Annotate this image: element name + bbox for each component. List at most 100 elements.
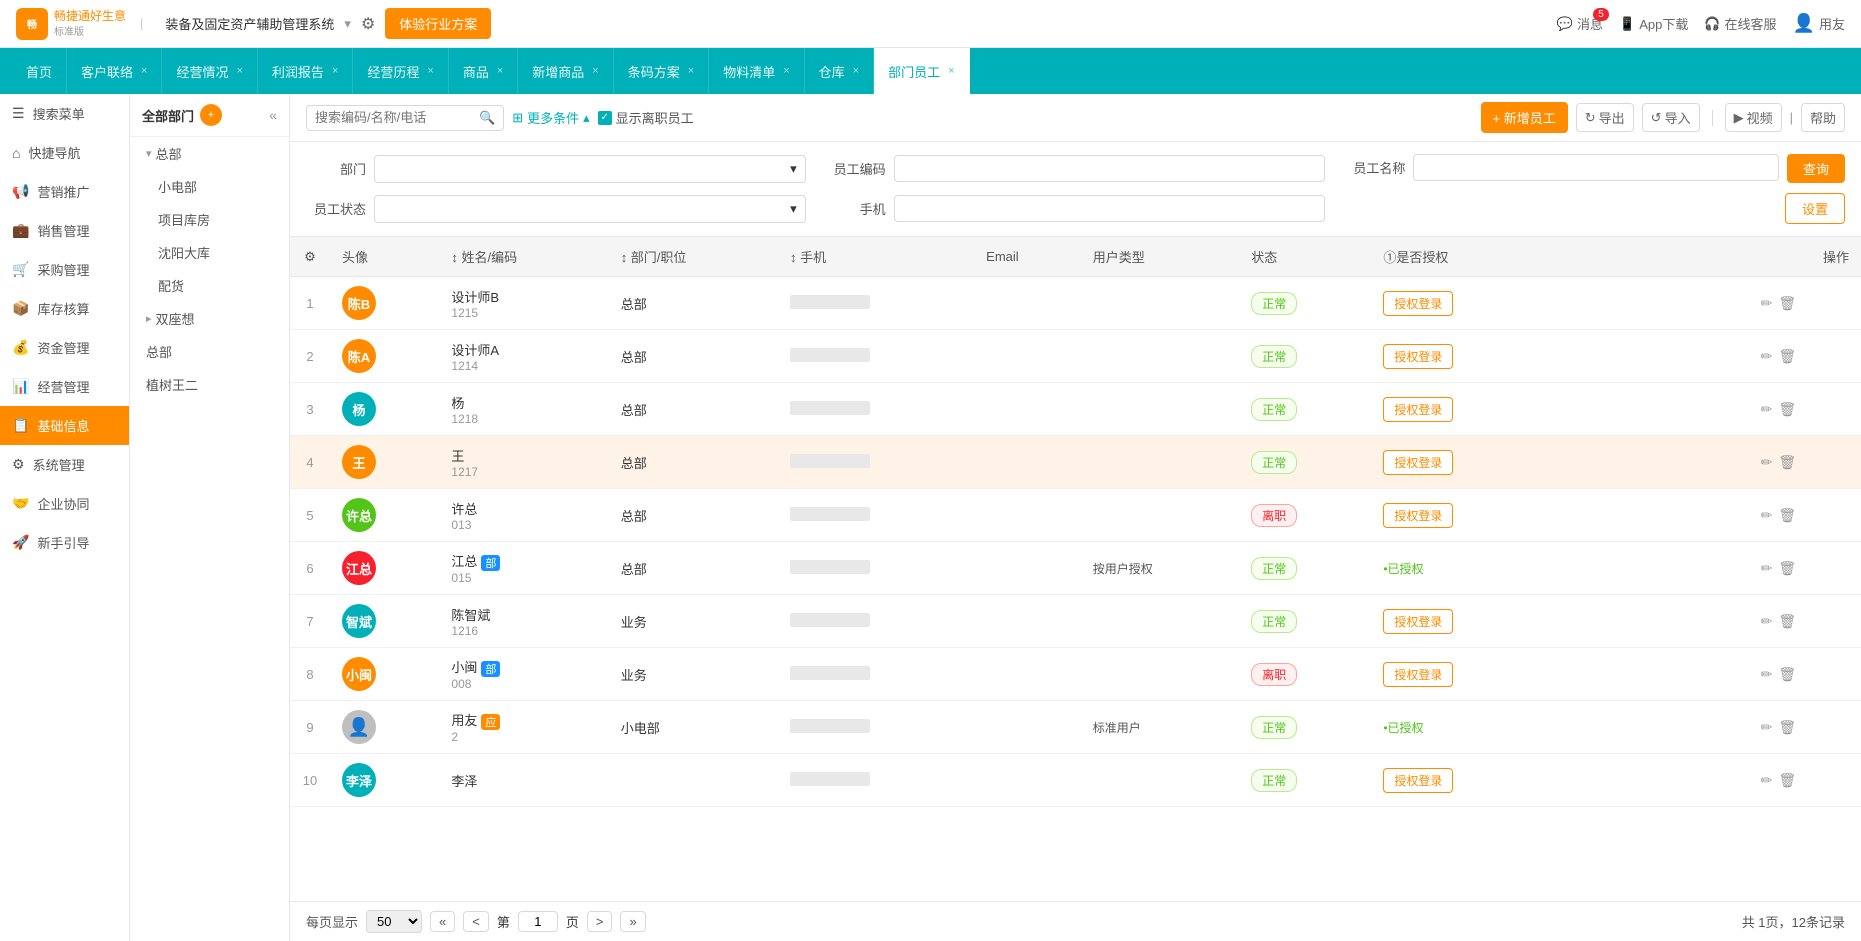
delete-button[interactable]: 🗑 <box>1778 560 1796 577</box>
cell-auth[interactable]: 授权登录 <box>1371 277 1548 330</box>
import-button[interactable]: ↺ 导入 <box>1642 103 1700 132</box>
nav-tab-部门员工[interactable]: 部门员工× <box>874 48 969 94</box>
close-tab-icon[interactable]: × <box>948 65 954 77</box>
filter-dept-select[interactable]: ▾ <box>374 155 806 183</box>
close-tab-icon[interactable]: × <box>783 65 789 77</box>
search-box[interactable]: 🔍 <box>306 105 504 131</box>
set-button[interactable]: 设置 <box>1785 193 1845 224</box>
auth-login-button[interactable]: 授权登录 <box>1383 397 1453 422</box>
nav-tab-经营历程[interactable]: 经营历程× <box>353 48 448 94</box>
edit-button[interactable]: ✏ <box>1761 401 1773 418</box>
edit-button[interactable]: ✏ <box>1761 719 1773 736</box>
trial-button[interactable]: 体验行业方案 <box>385 8 491 39</box>
close-tab-icon[interactable]: × <box>236 65 242 77</box>
sidebar-item-basic[interactable]: 📋基础信息 <box>0 406 129 445</box>
nav-tab-商品[interactable]: 商品× <box>449 48 518 94</box>
edit-button[interactable]: ✏ <box>1761 772 1773 789</box>
query-button[interactable]: 查询 <box>1787 154 1845 183</box>
delete-button[interactable]: 🗑 <box>1778 454 1796 471</box>
add-dept-button[interactable]: + <box>200 104 222 126</box>
filter-phone-input[interactable] <box>894 195 1326 222</box>
show-resign-toggle[interactable]: ✓ 显示离职员工 <box>598 108 694 127</box>
sidebar-item-quick-nav[interactable]: ⌂快捷导航 <box>0 133 129 172</box>
auth-login-button[interactable]: 授权登录 <box>1383 768 1453 793</box>
edit-button[interactable]: ✏ <box>1761 295 1773 312</box>
close-tab-icon[interactable]: × <box>592 65 598 77</box>
filter-empcode-input[interactable] <box>894 155 1326 182</box>
edit-button[interactable]: ✏ <box>1761 348 1773 365</box>
filter-empname-input[interactable] <box>1413 154 1779 181</box>
last-page-button[interactable]: » <box>620 911 645 932</box>
user-item[interactable]: 👤 用友 <box>1793 13 1845 34</box>
nav-tab-首页[interactable]: 首页 <box>12 48 67 94</box>
app-download-item[interactable]: 📱 App下载 <box>1619 14 1688 33</box>
edit-button[interactable]: ✏ <box>1761 507 1773 524</box>
tree-node-6[interactable]: 总部 <box>130 335 289 368</box>
edit-button[interactable]: ✏ <box>1761 613 1773 630</box>
tree-node-3[interactable]: 沈阳大库 <box>130 236 289 269</box>
sidebar-item-collab[interactable]: 🤝企业协同 <box>0 484 129 523</box>
col-name[interactable]: ↕ 姓名/编码 <box>439 237 608 277</box>
nav-tab-经营情况[interactable]: 经营情况× <box>162 48 257 94</box>
cell-auth[interactable]: 授权登录 <box>1371 383 1548 436</box>
sidebar-item-sales[interactable]: 💼销售管理 <box>0 211 129 250</box>
help-button[interactable]: 帮助 <box>1801 103 1845 132</box>
tree-node-0[interactable]: ▾总部 <box>130 137 289 170</box>
help-icon[interactable]: | <box>1790 110 1793 125</box>
close-tab-icon[interactable]: × <box>332 65 338 77</box>
close-tab-icon[interactable]: × <box>141 65 147 77</box>
sidebar-item-system[interactable]: ⚙系统管理 <box>0 445 129 484</box>
add-employee-button[interactable]: + 新增员工 <box>1481 102 1568 133</box>
first-page-button[interactable]: « <box>430 911 455 932</box>
cell-auth[interactable]: •已授权 <box>1371 542 1548 595</box>
col-phone[interactable]: ↕ 手机 <box>778 237 974 277</box>
show-resign-checkbox[interactable]: ✓ <box>598 111 612 125</box>
delete-button[interactable]: 🗑 <box>1778 613 1796 630</box>
sidebar-item-inventory[interactable]: 📦库存核算 <box>0 289 129 328</box>
sidebar-item-search-menu[interactable]: ☰搜索菜单 <box>0 94 129 133</box>
sidebar-item-operation[interactable]: 📊经营管理 <box>0 367 129 406</box>
cell-auth[interactable]: 授权登录 <box>1371 436 1548 489</box>
delete-button[interactable]: 🗑 <box>1778 295 1796 312</box>
auth-login-button[interactable]: 授权登录 <box>1383 609 1453 634</box>
close-tab-icon[interactable]: × <box>497 65 503 77</box>
nav-tab-条码方案[interactable]: 条码方案× <box>614 48 709 94</box>
view-button[interactable]: ▶ 视频 <box>1725 103 1782 132</box>
tree-node-5[interactable]: ▸双座想 <box>130 302 289 335</box>
auth-login-button[interactable]: 授权登录 <box>1383 450 1453 475</box>
search-input[interactable] <box>315 110 475 125</box>
edit-button[interactable]: ✏ <box>1761 454 1773 471</box>
edit-button[interactable]: ✏ <box>1761 560 1773 577</box>
nav-tab-仓库[interactable]: 仓库× <box>805 48 874 94</box>
sidebar-item-finance[interactable]: 💰资金管理 <box>0 328 129 367</box>
cell-auth[interactable]: 授权登录 <box>1371 489 1548 542</box>
auth-login-button[interactable]: 授权登录 <box>1383 344 1453 369</box>
tree-node-1[interactable]: 小电部 <box>130 170 289 203</box>
col-settings[interactable]: ⚙ <box>290 237 330 277</box>
cell-auth[interactable]: 授权登录 <box>1371 648 1548 701</box>
auth-login-button[interactable]: 授权登录 <box>1383 291 1453 316</box>
close-tab-icon[interactable]: × <box>427 65 433 77</box>
nav-tab-利润报告[interactable]: 利润报告× <box>258 48 353 94</box>
auth-login-button[interactable]: 授权登录 <box>1383 503 1453 528</box>
page-number-input[interactable] <box>518 911 558 932</box>
sys-dropdown-icon[interactable]: ▾ <box>344 16 351 32</box>
auth-login-button[interactable]: 授权登录 <box>1383 662 1453 687</box>
tree-node-2[interactable]: 项目库房 <box>130 203 289 236</box>
tree-node-4[interactable]: 配货 <box>130 269 289 302</box>
delete-button[interactable]: 🗑 <box>1778 772 1796 789</box>
delete-button[interactable]: 🗑 <box>1778 719 1796 736</box>
delete-button[interactable]: 🗑 <box>1778 348 1796 365</box>
cell-auth[interactable]: 授权登录 <box>1371 330 1548 383</box>
export-button[interactable]: ↻ 导出 <box>1576 103 1634 132</box>
sidebar-item-guide[interactable]: 🚀新手引导 <box>0 523 129 562</box>
cell-auth[interactable]: 授权登录 <box>1371 754 1548 807</box>
nav-tab-新增商品[interactable]: 新增商品× <box>518 48 613 94</box>
next-page-button[interactable]: > <box>587 911 613 932</box>
settings-icon[interactable]: ⚙ <box>361 14 375 34</box>
nav-tab-物料清单[interactable]: 物料清单× <box>709 48 804 94</box>
close-tab-icon[interactable]: × <box>688 65 694 77</box>
delete-button[interactable]: 🗑 <box>1778 507 1796 524</box>
sidebar-item-purchase[interactable]: 🛒采购管理 <box>0 250 129 289</box>
delete-button[interactable]: 🗑 <box>1778 401 1796 418</box>
